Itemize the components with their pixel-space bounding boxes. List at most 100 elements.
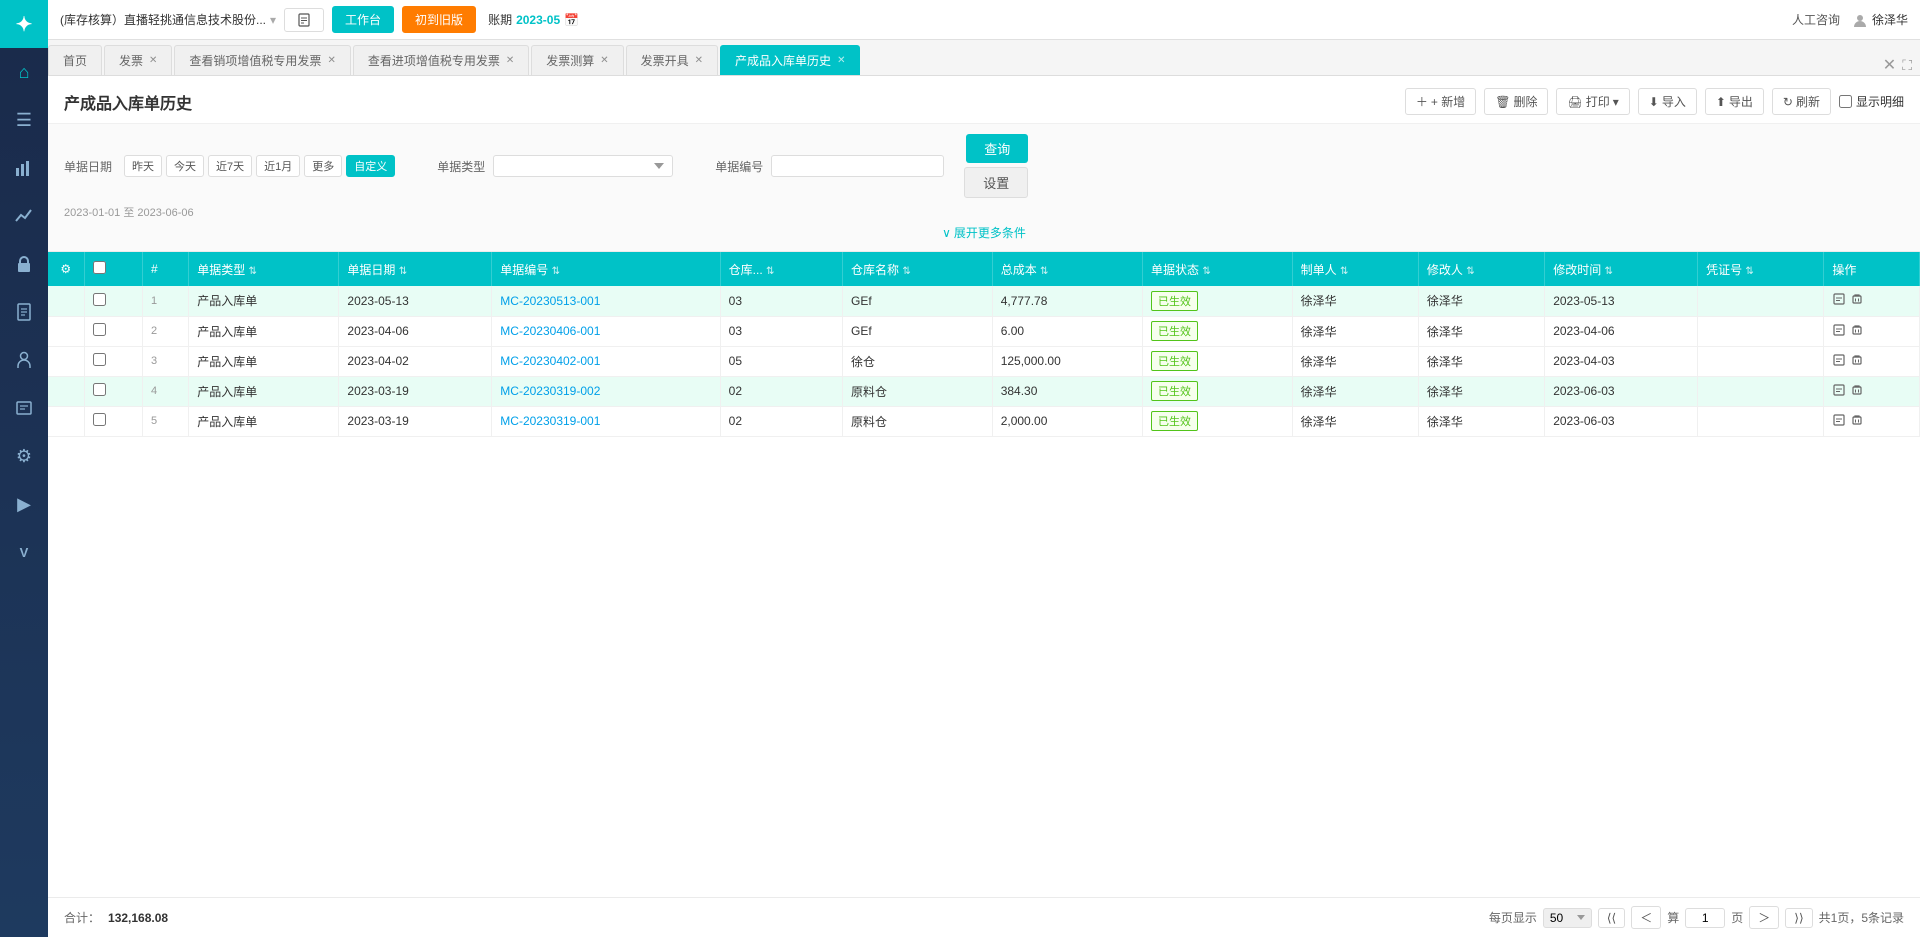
user-avatar[interactable]: 徐泽华 [1852, 11, 1908, 28]
td-checkbox-0[interactable] [84, 286, 143, 316]
row-link-1[interactable]: MC-20230406-001 [500, 324, 600, 338]
row-checkbox-1[interactable] [93, 323, 106, 336]
delete-btn[interactable]: 🗑 删除 [1484, 88, 1548, 115]
tab-open[interactable]: 发票开具 ✕ [626, 45, 718, 75]
delete-icon-0[interactable] [1850, 292, 1864, 309]
user-service-btn[interactable]: 人工咨询 [1792, 11, 1840, 28]
sidebar-item-settings[interactable]: ⚙ [0, 432, 48, 480]
th-warehouse-name[interactable]: 仓库名称 ⇅ [843, 252, 993, 286]
sidebar-item-docs[interactable]: ☰ [0, 96, 48, 144]
export-btn[interactable]: ⬆ 导出 [1705, 88, 1764, 115]
td-number-1[interactable]: MC-20230406-001 [492, 316, 720, 346]
workbench-btn[interactable]: 工作台 [332, 6, 394, 33]
company-dropdown-icon[interactable]: ▾ [270, 13, 276, 27]
sidebar-item-version[interactable]: V [0, 528, 48, 576]
td-number-2[interactable]: MC-20230402-001 [492, 346, 720, 376]
new-btn[interactable]: ＋ + 新增 [1405, 88, 1476, 115]
company-selector[interactable]: (库存核算）直播轻挑通信息技术股份... ▾ [60, 11, 276, 28]
th-modify-time[interactable]: 修改时间 ⇅ [1545, 252, 1698, 286]
row-link-4[interactable]: MC-20230319-001 [500, 414, 600, 428]
select-all-checkbox[interactable] [93, 261, 106, 274]
app-logo[interactable]: ✦ [0, 0, 48, 48]
delete-icon-3[interactable] [1850, 383, 1864, 400]
td-number-3[interactable]: MC-20230319-002 [492, 376, 720, 406]
type-filter-select[interactable] [493, 155, 673, 177]
date-1month-btn[interactable]: 近1月 [256, 155, 300, 177]
th-creator[interactable]: 制单人 ⇅ [1292, 252, 1418, 286]
th-total-cost[interactable]: 总成本 ⇅ [992, 252, 1142, 286]
calendar-icon[interactable]: 📅 [564, 13, 579, 27]
tab-expand-icon[interactable]: ⛶ [1902, 57, 1912, 74]
next-page-btn[interactable]: ＞ [1749, 906, 1779, 929]
edit-icon-1[interactable] [1832, 323, 1846, 340]
sidebar-item-lock[interactable] [0, 240, 48, 288]
date-custom-btn[interactable]: 自定义 [346, 155, 395, 177]
edit-icon-4[interactable] [1832, 413, 1846, 430]
row-checkbox-4[interactable] [93, 413, 106, 426]
sidebar-item-chart[interactable] [0, 144, 48, 192]
edit-icon-3[interactable] [1832, 383, 1846, 400]
edit-icon-2[interactable] [1832, 353, 1846, 370]
date-7days-btn[interactable]: 近7天 [208, 155, 252, 177]
delete-icon-2[interactable] [1850, 353, 1864, 370]
tab-sales-vat[interactable]: 查看销项增值税专用发票 ✕ [174, 45, 350, 75]
page-input[interactable] [1685, 908, 1725, 928]
th-checkbox[interactable] [84, 252, 143, 286]
import-btn[interactable]: ⬇ 导入 [1638, 88, 1697, 115]
tab-close-sales-vat[interactable]: ✕ [327, 55, 335, 66]
reset-btn[interactable]: 设置 [964, 167, 1028, 198]
td-number-0[interactable]: MC-20230513-001 [492, 286, 720, 316]
td-number-4[interactable]: MC-20230319-001 [492, 406, 720, 436]
row-checkbox-2[interactable] [93, 353, 106, 366]
td-checkbox-3[interactable] [84, 376, 143, 406]
row-link-3[interactable]: MC-20230319-002 [500, 384, 600, 398]
tab-purchase-vat[interactable]: 查看进项增值税专用发票 ✕ [353, 45, 529, 75]
refresh-btn[interactable]: ↻ 刷新 [1772, 88, 1831, 115]
number-filter-input[interactable] [771, 155, 944, 177]
tab-calc[interactable]: 发票测算 ✕ [531, 45, 623, 75]
th-date[interactable]: 单据日期 ⇅ [339, 252, 492, 286]
row-checkbox-3[interactable] [93, 383, 106, 396]
sidebar-item-stamp[interactable] [0, 336, 48, 384]
td-checkbox-1[interactable] [84, 316, 143, 346]
print-dropdown-icon[interactable]: ▾ [1613, 95, 1619, 109]
date-today-btn[interactable]: 今天 [166, 155, 204, 177]
show-detail-checkbox[interactable] [1839, 95, 1852, 108]
date-more-btn[interactable]: 更多 [304, 155, 342, 177]
row-link-2[interactable]: MC-20230402-001 [500, 354, 600, 368]
period-selector[interactable]: 账期 2023-05 📅 [488, 11, 579, 28]
th-warehouse-code[interactable]: 仓库... ⇅ [720, 252, 842, 286]
sidebar-item-tax[interactable] [0, 384, 48, 432]
search-btn[interactable]: 查询 [966, 134, 1028, 163]
tab-history[interactable]: 产成品入库单历史 ✕ [720, 45, 860, 75]
prev-page-btn[interactable]: ＜ [1631, 906, 1661, 929]
show-detail-label[interactable]: 显示明细 [1839, 93, 1904, 110]
tab-home[interactable]: 首页 [48, 45, 102, 75]
sidebar-item-analytics[interactable] [0, 192, 48, 240]
th-modifier[interactable]: 修改人 ⇅ [1418, 252, 1544, 286]
delete-icon-1[interactable] [1850, 323, 1864, 340]
th-number[interactable]: 单据编号 ⇅ [492, 252, 720, 286]
doc-btn[interactable] [284, 8, 324, 32]
first-page-btn[interactable]: ⟨⟨ [1598, 908, 1625, 928]
th-status[interactable]: 单据状态 ⇅ [1142, 252, 1292, 286]
sidebar-item-media[interactable]: ▶ [0, 480, 48, 528]
row-link-0[interactable]: MC-20230513-001 [500, 294, 600, 308]
tab-close-purchase-vat[interactable]: ✕ [506, 55, 514, 66]
delete-icon-4[interactable] [1850, 413, 1864, 430]
td-checkbox-2[interactable] [84, 346, 143, 376]
date-yesterday-btn[interactable]: 昨天 [124, 155, 162, 177]
print-btn[interactable]: 🖨 打印 ▾ [1556, 88, 1629, 115]
switch-version-btn[interactable]: 初到旧版 [402, 6, 476, 33]
th-voucher[interactable]: 凭证号 ⇅ [1698, 252, 1824, 286]
sidebar-item-home[interactable]: ⌂ [0, 48, 48, 96]
expand-filter-btn[interactable]: ∨ 展开更多条件 [942, 224, 1026, 241]
tab-close-open[interactable]: ✕ [695, 55, 703, 66]
tab-invoice[interactable]: 发票 ✕ [104, 45, 172, 75]
th-type[interactable]: 单据类型 ⇅ [189, 252, 339, 286]
tab-close-invoice[interactable]: ✕ [149, 55, 157, 66]
td-checkbox-4[interactable] [84, 406, 143, 436]
per-page-select[interactable]: 50 20 100 200 [1543, 908, 1592, 928]
tab-close-all[interactable]: ✕ [1883, 55, 1896, 75]
th-settings[interactable]: ⚙ [48, 252, 84, 286]
